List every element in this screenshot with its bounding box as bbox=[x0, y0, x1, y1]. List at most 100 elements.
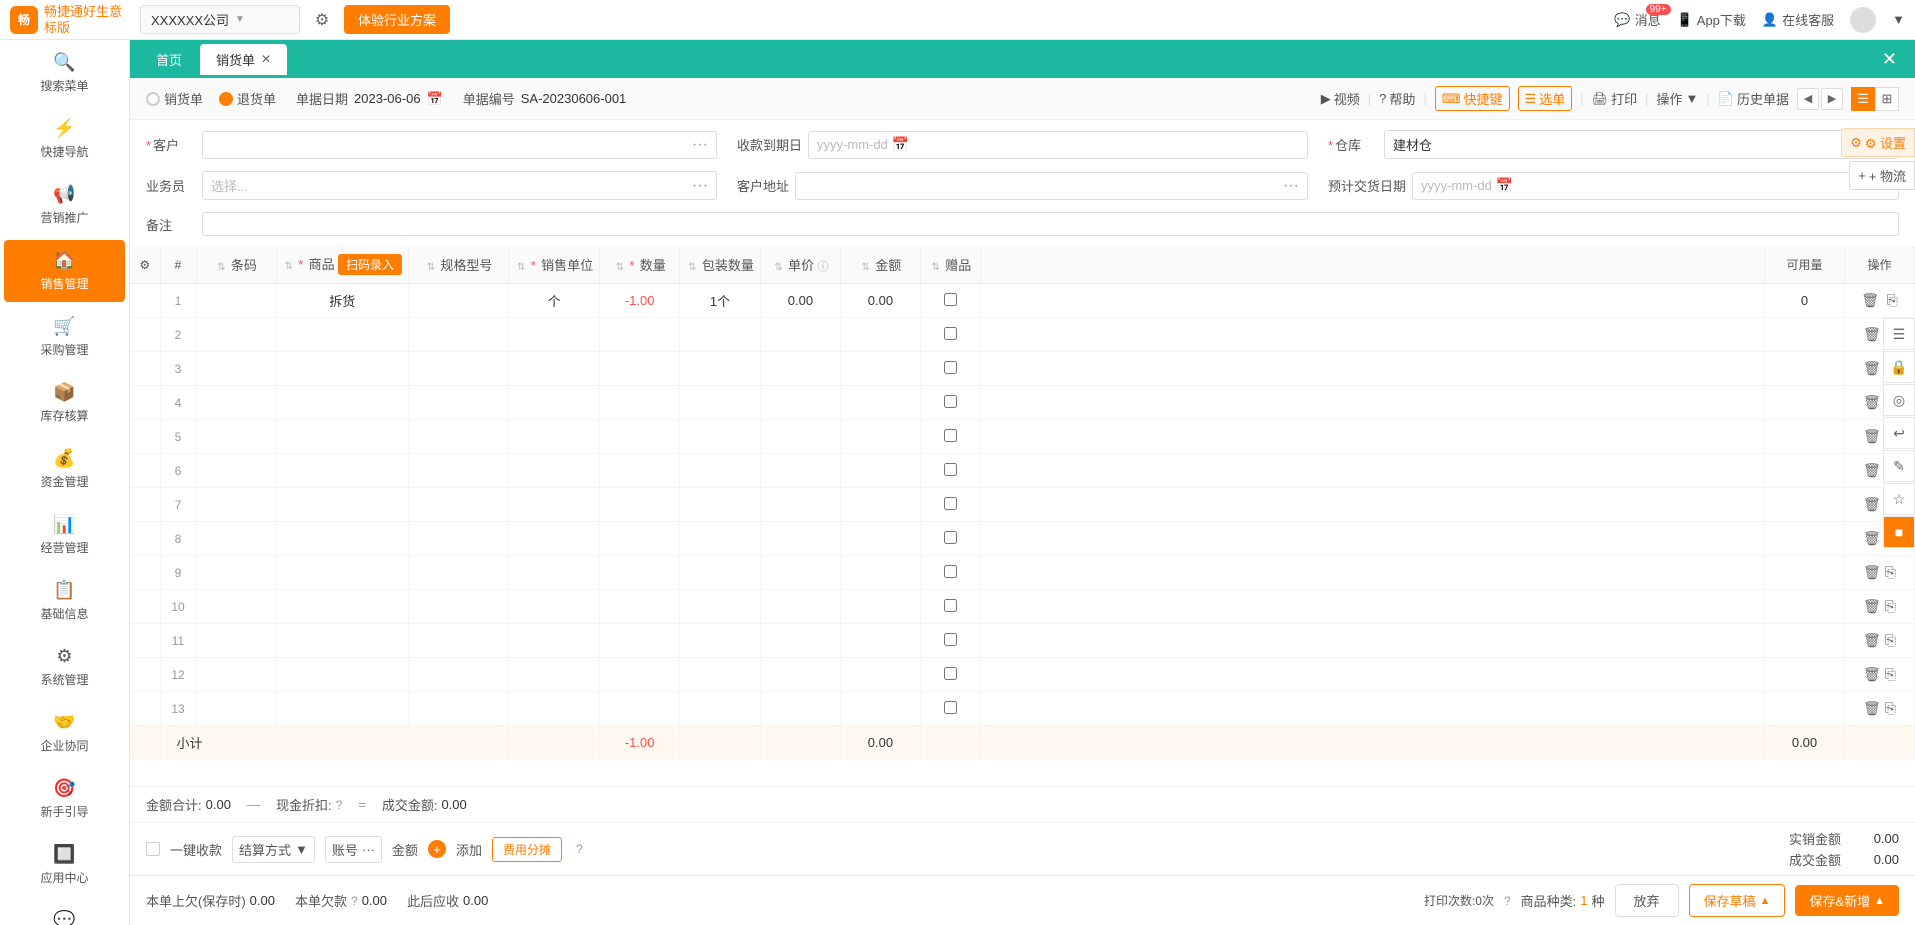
cell-barcode[interactable] bbox=[196, 284, 276, 318]
warehouse-input[interactable]: 建材仓 ··· bbox=[1384, 130, 1899, 159]
shortcut-action[interactable]: ⌨ 快捷键 bbox=[1435, 86, 1510, 111]
sidebar-item-appstore[interactable]: 🔲 应用中心 bbox=[4, 834, 125, 896]
cell-qty[interactable]: -1.00 bbox=[600, 284, 680, 318]
float-btn-7[interactable]: ■ bbox=[1883, 516, 1915, 548]
tab-sales-order[interactable]: 销货单 ✕ bbox=[200, 44, 287, 75]
help-action[interactable]: ? 帮助 bbox=[1379, 89, 1415, 108]
delete-row-button[interactable]: 🗑 bbox=[1861, 292, 1879, 308]
one-click-checkbox[interactable] bbox=[146, 842, 160, 856]
company-selector[interactable]: XXXXXX公司 ▼ bbox=[140, 5, 300, 34]
delete-row-button[interactable]: 🗑 bbox=[1863, 462, 1881, 478]
method-select[interactable]: 结算方式 ▼ bbox=[232, 836, 315, 863]
sidebar-item-business[interactable]: 📊 经营管理 bbox=[4, 504, 125, 566]
sidebar-item-wechat[interactable]: 💬 企业微信 bbox=[4, 900, 125, 925]
sidebar-item-system[interactable]: ⚙ 系统管理 bbox=[4, 636, 125, 698]
notes-input[interactable] bbox=[202, 212, 1899, 236]
message-button[interactable]: 💬 消息 99+ bbox=[1614, 10, 1660, 29]
cell-goods[interactable]: 拆货 bbox=[276, 284, 409, 318]
app-download-button[interactable]: 📱 App下载 bbox=[1677, 10, 1746, 29]
delete-row-button[interactable]: 🗑 bbox=[1863, 496, 1881, 512]
customer-input[interactable]: ··· bbox=[202, 131, 717, 159]
prev-page-button[interactable]: ◀ bbox=[1797, 88, 1819, 110]
sidebar-item-enterprise[interactable]: 🤝 企业协同 bbox=[4, 702, 125, 764]
radio-sales[interactable]: 销货单 bbox=[146, 89, 203, 108]
cell-avail: 0 bbox=[1765, 284, 1845, 318]
sidebar-item-marketing[interactable]: 📢 营销推广 bbox=[4, 174, 125, 236]
owe-info-icon[interactable]: ? bbox=[351, 894, 358, 908]
customer-addr-input[interactable]: ··· bbox=[795, 172, 1308, 200]
delete-row-button[interactable]: 🗑 bbox=[1863, 360, 1881, 376]
sidebar-item-basic[interactable]: 📋 基础信息 bbox=[4, 570, 125, 632]
copy-row-button[interactable]: ⎘ bbox=[1885, 598, 1896, 614]
settings-button[interactable]: ⚙ bbox=[308, 6, 336, 34]
sidebar-item-sales[interactable]: 🏠 销售管理 bbox=[4, 240, 125, 302]
expense-split-button[interactable]: 费用分摊 bbox=[492, 837, 562, 862]
salesperson-input[interactable]: 选择... ··· bbox=[202, 171, 717, 200]
calendar-icon[interactable]: 📅 bbox=[427, 91, 443, 107]
delete-row-button[interactable]: 🗑 bbox=[1863, 530, 1881, 546]
online-service-button[interactable]: 👤 在线客服 bbox=[1762, 10, 1834, 29]
cell-unit[interactable]: 个 bbox=[509, 284, 600, 318]
tab-home[interactable]: 首页 bbox=[140, 44, 198, 75]
delete-row-button[interactable]: 🗑 bbox=[1863, 428, 1881, 444]
sidebar-item-inventory[interactable]: 📦 库存核算 bbox=[4, 372, 125, 434]
print-info-icon[interactable]: ? bbox=[1504, 894, 1511, 908]
add-payment-button[interactable]: + bbox=[428, 840, 446, 858]
list-view-button[interactable]: ☰ bbox=[1851, 87, 1875, 111]
gift-checkbox[interactable] bbox=[944, 293, 957, 306]
copy-row-button[interactable]: ⎘ bbox=[1887, 292, 1898, 308]
save-new-button[interactable]: 保存&新增 ▲ bbox=[1795, 885, 1899, 916]
account-select[interactable]: 账号 ··· bbox=[325, 836, 382, 863]
delete-row-button[interactable]: 🗑 bbox=[1863, 394, 1881, 410]
delete-row-button[interactable]: 🗑 bbox=[1863, 564, 1881, 580]
sidebar-item-guide[interactable]: 🎯 新手引导 bbox=[4, 768, 125, 830]
subtotal-label: 小计 bbox=[160, 726, 509, 760]
due-date-input[interactable]: yyyy-mm-dd 📅 bbox=[808, 131, 1308, 159]
next-page-button[interactable]: ▶ bbox=[1821, 88, 1843, 110]
th-settings[interactable]: ⚙ bbox=[130, 246, 160, 284]
float-btn-1[interactable]: ☰ bbox=[1883, 318, 1915, 350]
cell-price[interactable]: 0.00 bbox=[760, 284, 840, 318]
discount-info-icon[interactable]: ? bbox=[336, 798, 343, 812]
save-draft-button[interactable]: 保存草稿 ▲ bbox=[1689, 884, 1786, 917]
sidebar-item-search[interactable]: 🔍 搜索菜单 bbox=[4, 42, 125, 104]
float-btn-6[interactable]: ☆ bbox=[1883, 483, 1915, 515]
close-all-tabs-button[interactable]: ✕ bbox=[1882, 49, 1897, 70]
cell-pkg[interactable]: 1个 bbox=[680, 284, 761, 318]
expense-info-icon[interactable]: ? bbox=[576, 842, 583, 856]
abandon-button[interactable]: 放弃 bbox=[1615, 884, 1679, 917]
delete-row-button[interactable]: 🗑 bbox=[1863, 326, 1881, 342]
copy-row-button[interactable]: ⎘ bbox=[1885, 632, 1896, 648]
delete-row-button[interactable]: 🗑 bbox=[1863, 666, 1881, 682]
sidebar-item-finance[interactable]: 💰 资金管理 bbox=[4, 438, 125, 500]
float-btn-2[interactable]: 🔒 bbox=[1883, 351, 1915, 383]
trial-button[interactable]: 体验行业方案 bbox=[344, 5, 450, 34]
cell-gift[interactable] bbox=[920, 284, 980, 318]
cell-spec[interactable] bbox=[409, 284, 509, 318]
copy-row-button[interactable]: ⎘ bbox=[1885, 564, 1896, 580]
select-action[interactable]: ☰ 选单 bbox=[1518, 86, 1573, 111]
expected-delivery-input[interactable]: yyyy-mm-dd 📅 bbox=[1412, 172, 1899, 200]
radio-return[interactable]: 退货单 bbox=[219, 89, 276, 108]
sidebar-item-purchase[interactable]: 🛒 采购管理 bbox=[4, 306, 125, 368]
copy-row-button[interactable]: ⎘ bbox=[1885, 666, 1896, 682]
settings-side-button[interactable]: ⚙ ⚙ 设置 bbox=[1841, 128, 1915, 157]
tab-close-icon[interactable]: ✕ bbox=[261, 52, 271, 66]
cell-amount[interactable]: 0.00 bbox=[840, 284, 920, 318]
copy-row-button[interactable]: ⎘ bbox=[1885, 700, 1896, 716]
video-action[interactable]: ▶ 视频 bbox=[1321, 89, 1360, 108]
delete-row-button[interactable]: 🗑 bbox=[1863, 598, 1881, 614]
float-btn-3[interactable]: ◎ bbox=[1883, 384, 1915, 416]
pagination-buttons: ◀ ▶ bbox=[1797, 88, 1843, 110]
delete-row-button[interactable]: 🗑 bbox=[1863, 700, 1881, 716]
operations-action[interactable]: 操作 ▼ bbox=[1657, 89, 1699, 108]
delete-row-button[interactable]: 🗑 bbox=[1863, 632, 1881, 648]
history-action[interactable]: 📄 历史单据 bbox=[1718, 89, 1789, 108]
print-action[interactable]: 🖨 打印 bbox=[1592, 89, 1638, 108]
sidebar-item-quick-nav[interactable]: ⚡ 快捷导航 bbox=[4, 108, 125, 170]
logistics-button[interactable]: + + 物流 bbox=[1849, 161, 1915, 190]
scan-button[interactable]: 扫码录入 bbox=[338, 254, 402, 275]
float-btn-5[interactable]: ✎ bbox=[1883, 450, 1915, 482]
grid-view-button[interactable]: ⊞ bbox=[1875, 87, 1899, 111]
float-btn-4[interactable]: ↩ bbox=[1883, 417, 1915, 449]
